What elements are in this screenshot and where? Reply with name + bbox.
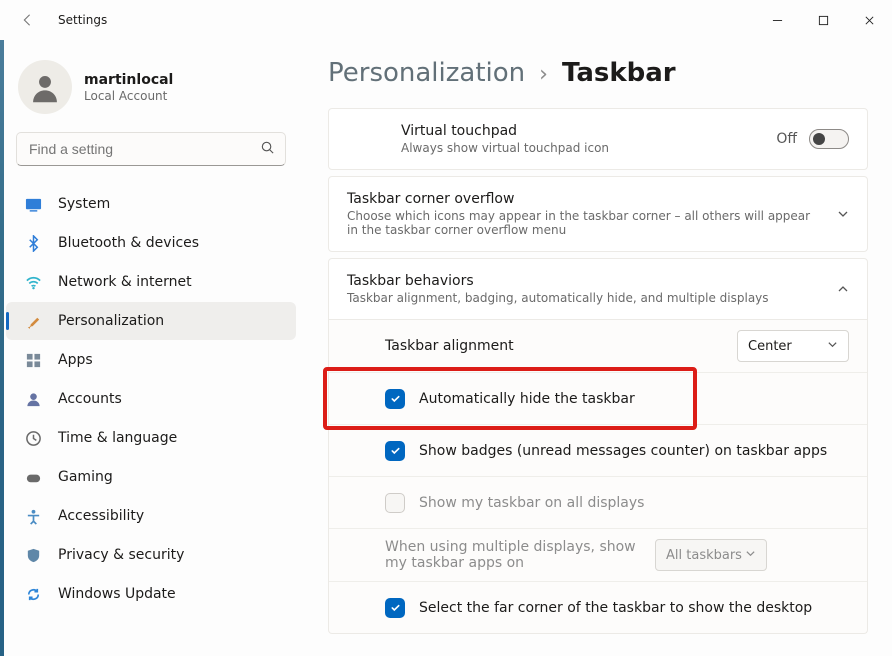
profile-block[interactable]: martinlocal Local Account <box>0 48 302 132</box>
sidebar-item-system[interactable]: System <box>6 185 296 223</box>
profile-subtitle: Local Account <box>84 89 173 103</box>
sidebar-item-accounts[interactable]: Accounts <box>6 380 296 418</box>
select-value: All taskbars <box>666 548 742 563</box>
sidebar-item-label: Personalization <box>58 313 164 329</box>
show-badges-checkbox[interactable] <box>385 441 405 461</box>
sidebar: martinlocal Local Account System Bluetoot… <box>0 40 302 656</box>
sidebar-item-windows-update[interactable]: Windows Update <box>6 575 296 613</box>
setting-label: Show my taskbar on all displays <box>419 495 849 511</box>
sidebar-item-apps[interactable]: Apps <box>6 341 296 379</box>
setting-label: When using multiple displays, show my ta… <box>385 539 655 571</box>
chevron-down-icon <box>827 339 838 354</box>
row-show-badges: Show badges (unread messages counter) on… <box>329 424 867 476</box>
sidebar-item-label: Bluetooth & devices <box>58 235 199 251</box>
sidebar-item-label: Windows Update <box>58 586 176 602</box>
ico-shield-icon <box>24 546 42 564</box>
chevron-down-icon <box>745 548 756 563</box>
ico-system-icon <box>24 195 42 213</box>
card-subtitle: Taskbar alignment, badging, automaticall… <box>347 291 819 305</box>
other-window-sliver <box>0 40 4 656</box>
touchpad-icon <box>347 130 383 148</box>
select-value: Center <box>748 339 792 354</box>
setting-label: Show badges (unread messages counter) on… <box>419 443 849 459</box>
window-title: Settings <box>58 13 754 27</box>
ico-game-icon <box>24 468 42 486</box>
sidebar-item-label: Gaming <box>58 469 113 485</box>
virtual-touchpad-toggle[interactable] <box>809 129 849 149</box>
sidebar-item-personalization[interactable]: Personalization <box>6 302 296 340</box>
row-taskbar-alignment: Taskbar alignment Center <box>329 320 867 372</box>
sidebar-item-label: Accessibility <box>58 508 144 524</box>
search-box[interactable] <box>16 132 286 166</box>
toggle-state-text: Off <box>776 131 797 147</box>
sidebar-item-label: System <box>58 196 110 212</box>
profile-name: martinlocal <box>84 72 173 88</box>
ico-wifi-icon <box>24 273 42 291</box>
titlebar: Settings <box>0 0 892 40</box>
breadcrumb: Personalization › Taskbar <box>328 58 868 88</box>
setting-label: Automatically hide the taskbar <box>419 391 849 407</box>
chevron-down-icon <box>837 205 849 224</box>
setting-label: Select the far corner of the taskbar to … <box>419 600 849 616</box>
ico-time-icon <box>24 429 42 447</box>
back-button[interactable] <box>20 13 40 27</box>
breadcrumb-separator-icon: › <box>539 62 548 87</box>
row-show-on-all-displays: Show my taskbar on all displays <box>329 476 867 528</box>
breadcrumb-current: Taskbar <box>562 58 676 88</box>
window-minimize-button[interactable] <box>754 0 800 40</box>
row-auto-hide: Automatically hide the taskbar <box>329 372 867 424</box>
sidebar-item-time-language[interactable]: Time & language <box>6 419 296 457</box>
setting-label: Taskbar alignment <box>385 338 737 354</box>
chevron-up-icon <box>837 280 849 299</box>
sidebar-item-accessibility[interactable]: Accessibility <box>6 497 296 535</box>
card-virtual-touchpad[interactable]: Virtual touchpad Always show virtual tou… <box>328 108 868 170</box>
avatar <box>18 60 72 114</box>
card-subtitle: Choose which icons may appear in the tas… <box>347 209 819 237</box>
breadcrumb-parent[interactable]: Personalization <box>328 58 525 88</box>
sidebar-item-privacy-security[interactable]: Privacy & security <box>6 536 296 574</box>
card-title: Taskbar behaviors <box>347 273 819 289</box>
ico-apps-icon <box>24 351 42 369</box>
all-displays-checkbox <box>385 493 405 513</box>
row-far-corner: Select the far corner of the taskbar to … <box>329 581 867 633</box>
card-taskbar-corner-overflow[interactable]: Taskbar corner overflow Choose which ico… <box>328 176 868 252</box>
multi-display-select: All taskbars <box>655 539 767 571</box>
ico-acct-icon <box>24 390 42 408</box>
sidebar-item-network-internet[interactable]: Network & internet <box>6 263 296 301</box>
ico-update-icon <box>24 585 42 603</box>
card-subtitle: Always show virtual touchpad icon <box>401 141 758 155</box>
sidebar-item-label: Time & language <box>58 430 177 446</box>
ico-acc-icon <box>24 507 42 525</box>
search-icon <box>260 140 275 159</box>
sidebar-item-bluetooth-devices[interactable]: Bluetooth & devices <box>6 224 296 262</box>
behaviors-rows: Taskbar alignment Center Automatically h… <box>328 320 868 634</box>
sidebar-item-label: Network & internet <box>58 274 192 290</box>
taskbar-alignment-select[interactable]: Center <box>737 330 849 362</box>
ico-bt-icon <box>24 234 42 252</box>
far-corner-checkbox[interactable] <box>385 598 405 618</box>
ico-brush-icon <box>24 312 42 330</box>
card-taskbar-behaviors[interactable]: Taskbar behaviors Taskbar alignment, bad… <box>328 258 868 320</box>
sidebar-item-label: Privacy & security <box>58 547 184 563</box>
sidebar-item-label: Accounts <box>58 391 122 407</box>
auto-hide-checkbox[interactable] <box>385 389 405 409</box>
window-maximize-button[interactable] <box>800 0 846 40</box>
row-multi-display-apps: When using multiple displays, show my ta… <box>329 528 867 581</box>
nav: System Bluetooth & devices Network & inter… <box>0 180 302 613</box>
main-content: Personalization › Taskbar Virtual touchp… <box>302 40 892 656</box>
card-title: Taskbar corner overflow <box>347 191 819 207</box>
sidebar-item-gaming[interactable]: Gaming <box>6 458 296 496</box>
window-close-button[interactable] <box>846 0 892 40</box>
sidebar-item-label: Apps <box>58 352 93 368</box>
card-title: Virtual touchpad <box>401 123 758 139</box>
search-input[interactable] <box>27 140 260 158</box>
